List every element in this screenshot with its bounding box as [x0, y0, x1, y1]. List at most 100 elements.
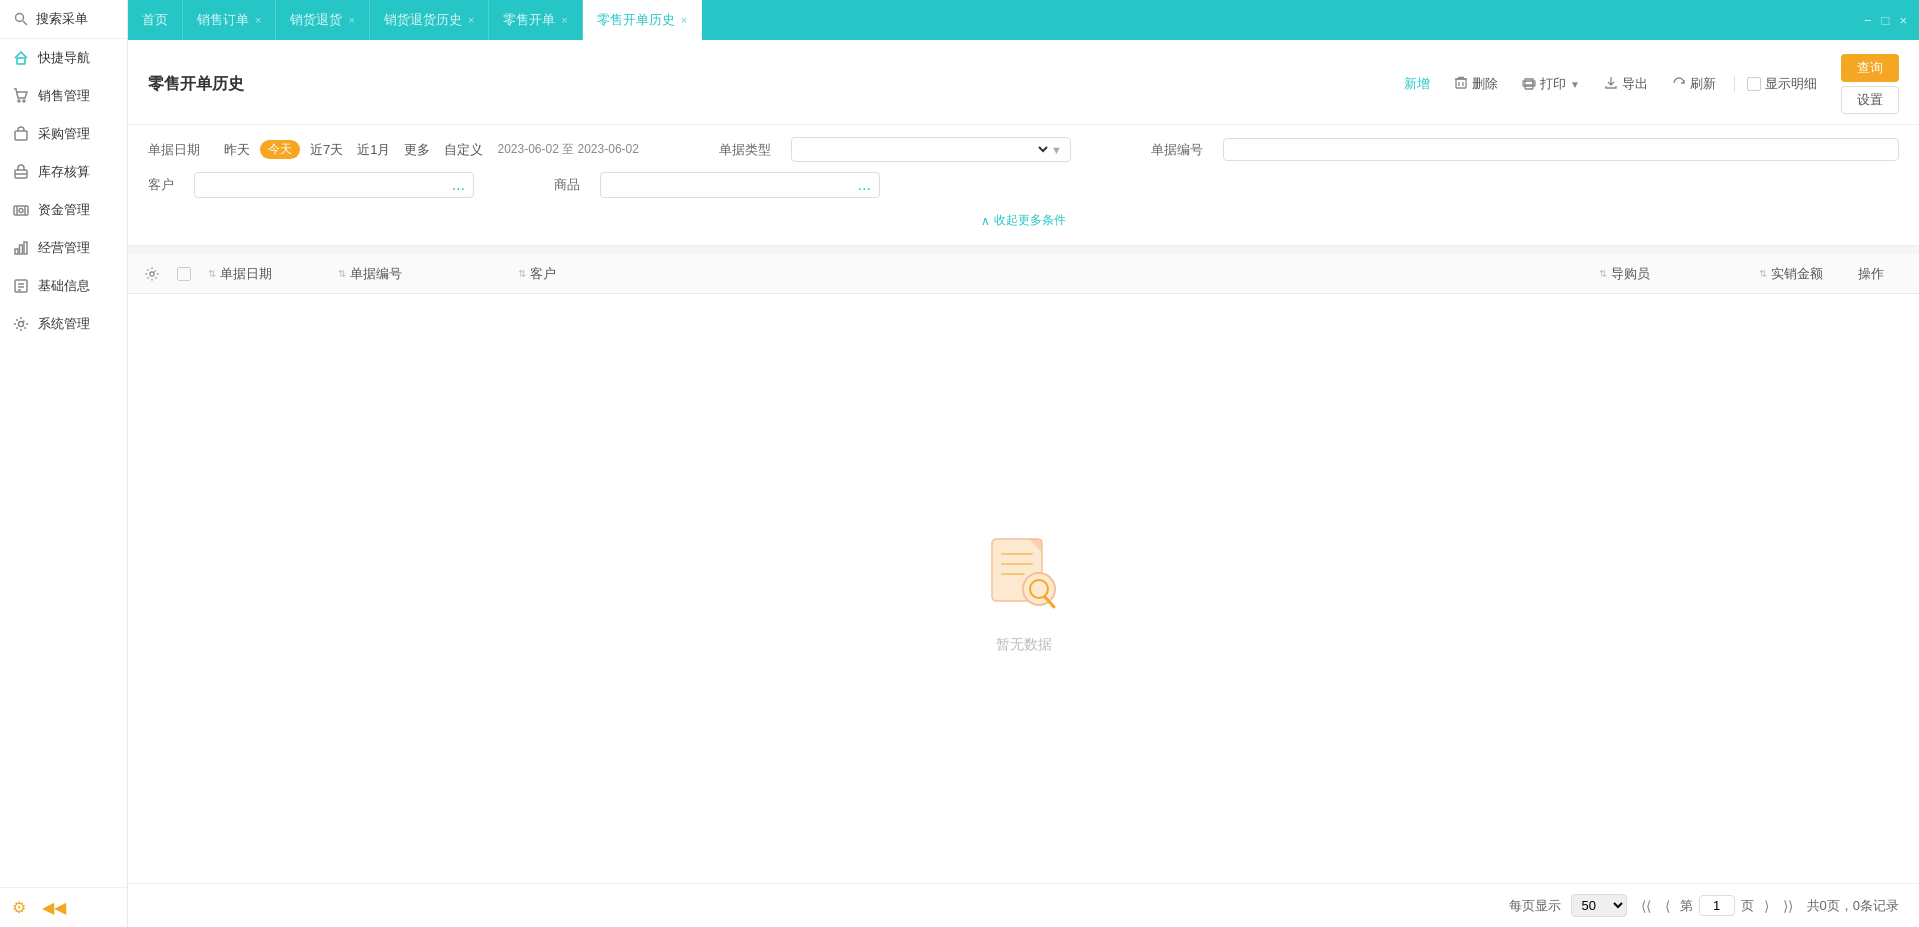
- toolbar-refresh-btn[interactable]: 刷新: [1666, 72, 1722, 96]
- sidebar-item-operations[interactable]: 经营管理: [0, 229, 127, 267]
- next-page-btn[interactable]: ⟩: [1760, 896, 1773, 916]
- th-bill-no[interactable]: ⇅ 单据编号: [330, 265, 510, 283]
- bill-type-select-wrapper[interactable]: ▼: [791, 137, 1071, 162]
- tab-retail-open-close[interactable]: ×: [561, 14, 567, 26]
- sidebar-item-label: 采购管理: [38, 125, 90, 143]
- svg-point-31: [1023, 573, 1055, 605]
- tab-bar-right: − □ ×: [1852, 13, 1919, 28]
- sidebar-item-quick-nav[interactable]: 快捷导航: [0, 39, 127, 77]
- table-settings-icon[interactable]: [136, 266, 168, 282]
- toolbar-new-btn[interactable]: 新增: [1398, 72, 1436, 96]
- sidebar-bottom: ⚙ ◀◀: [0, 887, 127, 927]
- today-btn[interactable]: 今天: [260, 140, 300, 159]
- export-btn-label: 导出: [1622, 75, 1648, 93]
- table-area: ⇅ 单据日期 ⇅ 单据编号 ⇅ 客户 ⇅ 导购员 ⇅ 实销金额: [128, 254, 1919, 883]
- sidebar-item-sys-mgmt[interactable]: 系统管理: [0, 305, 127, 343]
- tab-sales-return-close[interactable]: ×: [348, 14, 354, 26]
- yesterday-btn[interactable]: 昨天: [220, 140, 254, 160]
- last-month-btn[interactable]: 近1月: [353, 140, 394, 160]
- sidebar-item-finance[interactable]: 资金管理: [0, 191, 127, 229]
- tab-sales-return-history[interactable]: 销货退货历史 ×: [370, 0, 489, 40]
- sidebar-item-purchase-mgmt[interactable]: 采购管理: [0, 115, 127, 153]
- filter-area: 单据日期 昨天 今天 近7天 近1月 更多 自定义 2023-06-02 至 2…: [128, 125, 1919, 246]
- tab-retail-open[interactable]: 零售开单 ×: [489, 0, 582, 40]
- svg-line-1: [23, 21, 27, 25]
- window-minus-icon[interactable]: −: [1864, 13, 1872, 28]
- customer-input-wrapper[interactable]: ...: [194, 172, 474, 198]
- cart-icon: [12, 87, 30, 105]
- date-shortcuts: 昨天 今天 近7天 近1月 更多 自定义 2023-06-02 至 2023-0…: [220, 140, 639, 160]
- first-page-btn[interactable]: ⟨⟨: [1637, 896, 1655, 916]
- window-restore-icon[interactable]: □: [1882, 13, 1890, 28]
- collapse-sidebar-icon[interactable]: ◀◀: [42, 898, 66, 917]
- settings-bottom-icon[interactable]: ⚙: [12, 898, 26, 917]
- delete-icon: [1454, 76, 1468, 93]
- info-icon: [12, 277, 30, 295]
- svg-rect-13: [20, 245, 23, 254]
- tab-home-label: 首页: [142, 11, 168, 29]
- goods-input[interactable]: [609, 178, 858, 193]
- custom-btn[interactable]: 自定义: [440, 140, 487, 160]
- tab-retail-open-history[interactable]: 零售开单历史 ×: [583, 0, 702, 40]
- per-page-label: 每页显示: [1509, 897, 1561, 915]
- settings-button[interactable]: 设置: [1841, 86, 1899, 114]
- per-page-select[interactable]: 50 10 20 100: [1571, 894, 1627, 917]
- prev-page-btn[interactable]: ⟨: [1661, 896, 1674, 916]
- tab-sales-order-close[interactable]: ×: [255, 14, 261, 26]
- pagination-total: 共0页，0条记录: [1807, 897, 1899, 915]
- th-bill-no-label: 单据编号: [350, 265, 402, 283]
- tab-sales-order-label: 销售订单: [197, 11, 249, 29]
- th-amount[interactable]: ⇅ 实销金额: [1711, 265, 1831, 283]
- display-detail-checkbox[interactable]: 显示明细: [1747, 75, 1817, 93]
- bill-no-label: 单据编号: [1151, 141, 1203, 159]
- page-header: 零售开单历史 新增 删除: [128, 40, 1919, 125]
- customer-filter-label: 客户: [148, 176, 174, 194]
- svg-point-0: [16, 14, 24, 22]
- svg-point-9: [19, 209, 23, 213]
- bill-no-input[interactable]: [1232, 142, 1890, 157]
- money-icon: [12, 201, 30, 219]
- page-number-input[interactable]: [1699, 895, 1735, 916]
- th-date[interactable]: ⇅ 单据日期: [200, 265, 330, 283]
- sidebar-search[interactable]: 搜索采单: [0, 0, 127, 39]
- main-area: 首页 销售订单 × 销货退货 × 销货退货历史 × 零售开单 × 零售开单历史 …: [128, 0, 1919, 927]
- tab-retail-open-history-close[interactable]: ×: [681, 14, 687, 26]
- more-btn[interactable]: 更多: [400, 140, 434, 160]
- query-button[interactable]: 查询: [1841, 54, 1899, 82]
- tab-sales-return-history-label: 销货退货历史: [384, 11, 462, 29]
- goods-filter-label: 商品: [554, 176, 580, 194]
- toolbar-delete-btn[interactable]: 删除: [1448, 72, 1504, 96]
- export-icon: [1604, 76, 1618, 93]
- svg-rect-5: [15, 131, 27, 140]
- last-page-btn[interactable]: ⟩⟩: [1779, 896, 1797, 916]
- svg-point-3: [18, 100, 20, 102]
- goods-ellipsis-btn[interactable]: ...: [858, 176, 871, 194]
- sidebar-item-label: 资金管理: [38, 201, 90, 219]
- sidebar-item-sales-mgmt[interactable]: 销售管理: [0, 77, 127, 115]
- print-icon: [1522, 76, 1536, 93]
- th-customer[interactable]: ⇅ 客户: [510, 265, 1591, 283]
- bill-type-select[interactable]: [800, 141, 1051, 158]
- table-header-checkbox[interactable]: [168, 267, 200, 281]
- customer-input[interactable]: [203, 178, 452, 193]
- tab-sales-return-history-close[interactable]: ×: [468, 14, 474, 26]
- sidebar-item-label: 基础信息: [38, 277, 90, 295]
- gear-icon: [12, 315, 30, 333]
- sidebar-item-basic-info[interactable]: 基础信息: [0, 267, 127, 305]
- customer-ellipsis-btn[interactable]: ...: [452, 176, 465, 194]
- window-close-icon[interactable]: ×: [1899, 13, 1907, 28]
- th-guide[interactable]: ⇅ 导购员: [1591, 265, 1711, 283]
- bill-no-input-wrapper[interactable]: [1223, 138, 1899, 161]
- tab-bar: 首页 销售订单 × 销货退货 × 销货退货历史 × 零售开单 × 零售开单历史 …: [128, 0, 1919, 40]
- toolbar-print-btn[interactable]: 打印 ▼: [1516, 72, 1586, 96]
- collapse-bar[interactable]: ∧ 收起更多条件: [148, 208, 1899, 233]
- th-amount-label: 实销金额: [1771, 265, 1823, 283]
- tab-sales-order[interactable]: 销售订单 ×: [183, 0, 276, 40]
- toolbar-export-btn[interactable]: 导出: [1598, 72, 1654, 96]
- goods-input-wrapper[interactable]: ...: [600, 172, 880, 198]
- tab-sales-return[interactable]: 销货退货 ×: [276, 0, 369, 40]
- tab-home[interactable]: 首页: [128, 0, 183, 40]
- last7-btn[interactable]: 近7天: [306, 140, 347, 160]
- sidebar-item-inventory[interactable]: 库存核算: [0, 153, 127, 191]
- th-date-label: 单据日期: [220, 265, 272, 283]
